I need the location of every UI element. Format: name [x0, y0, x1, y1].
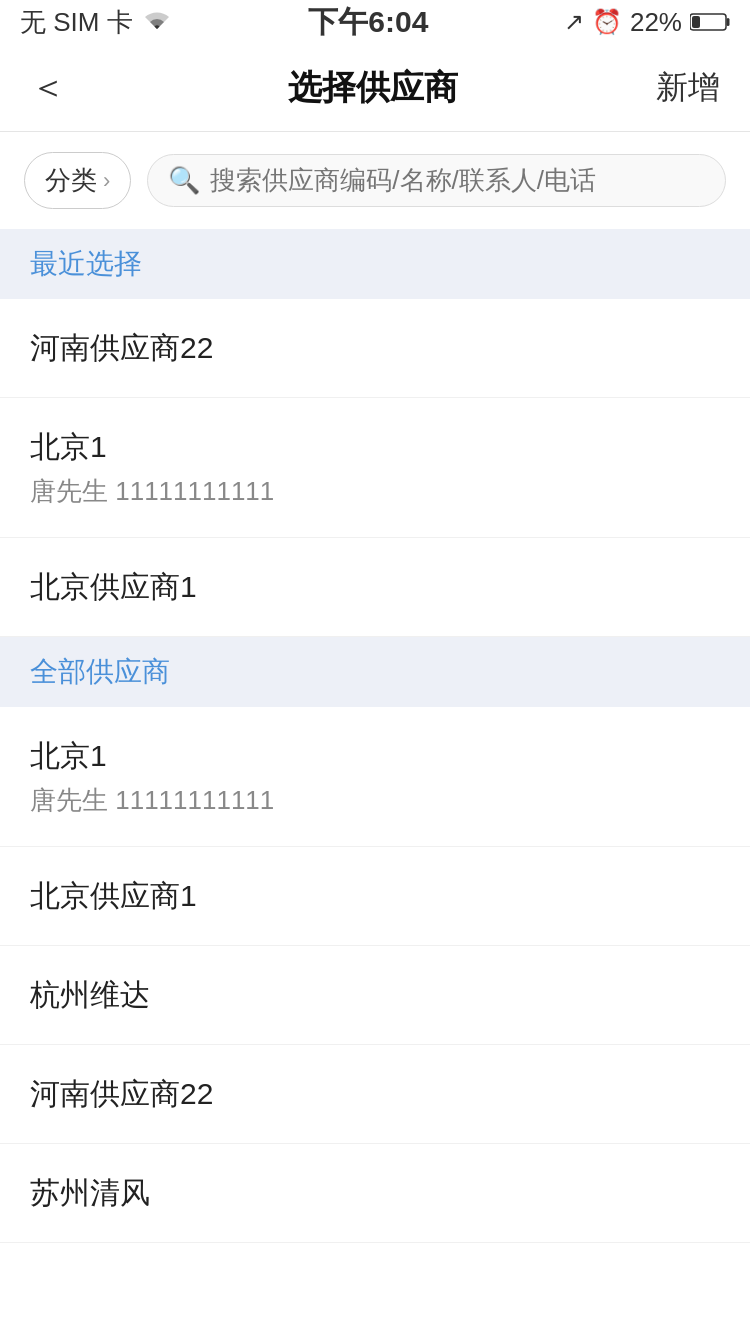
add-button[interactable]: 新增: [656, 66, 720, 110]
list-item-name: 杭州维达: [30, 974, 720, 1016]
list-item-name: 北京1: [30, 426, 720, 468]
list-item-name: 北京供应商1: [30, 875, 720, 917]
status-time: 下午6:04: [308, 2, 428, 43]
category-filter[interactable]: 分类 ›: [24, 152, 131, 209]
battery-icon: [690, 12, 730, 32]
category-label: 分类: [45, 163, 97, 198]
all-list-item[interactable]: 苏州清风: [0, 1144, 750, 1243]
search-icon: 🔍: [168, 165, 200, 196]
all-list-item[interactable]: 河南供应商22: [0, 1045, 750, 1144]
chevron-right-icon: ›: [103, 168, 110, 194]
recent-items-list: 河南供应商22 北京1 唐先生 11111111111 北京供应商1: [0, 299, 750, 637]
list-item-name: 北京供应商1: [30, 566, 720, 608]
back-button[interactable]: ＜: [30, 63, 90, 112]
page-title: 选择供应商: [288, 65, 458, 111]
recent-section-header: 最近选择: [0, 229, 750, 299]
all-section-label: 全部供应商: [30, 656, 170, 687]
all-list-item[interactable]: 北京1 唐先生 11111111111: [0, 707, 750, 847]
list-item-sub: 唐先生 11111111111: [30, 783, 720, 818]
wifi-icon: [141, 11, 173, 33]
list-item-name: 河南供应商22: [30, 1073, 720, 1115]
list-item-name: 北京1: [30, 735, 720, 777]
all-list-item[interactable]: 杭州维达: [0, 946, 750, 1045]
nav-bar: ＜ 选择供应商 新增: [0, 44, 750, 132]
filter-row: 分类 › 🔍: [0, 132, 750, 229]
recent-list-item[interactable]: 北京供应商1: [0, 538, 750, 637]
alarm-icon: ⏰: [592, 8, 622, 36]
search-input[interactable]: [210, 165, 705, 196]
svg-rect-1: [726, 18, 729, 26]
no-sim-text: 无 SIM 卡: [20, 5, 133, 40]
list-item-name: 河南供应商22: [30, 327, 720, 369]
location-icon: ↗: [564, 8, 584, 36]
recent-list-item[interactable]: 河南供应商22: [0, 299, 750, 398]
search-box[interactable]: 🔍: [147, 154, 726, 207]
status-bar: 无 SIM 卡 下午6:04 ↗ ⏰ 22%: [0, 0, 750, 44]
recent-list-item[interactable]: 北京1 唐先生 11111111111: [0, 398, 750, 538]
list-item-sub: 唐先生 11111111111: [30, 474, 720, 509]
battery-text: 22%: [630, 7, 682, 38]
recent-section-label: 最近选择: [30, 248, 142, 279]
all-items-list: 北京1 唐先生 11111111111 北京供应商1 杭州维达河南供应商22 苏州清风: [0, 707, 750, 1243]
status-left: 无 SIM 卡: [20, 5, 173, 40]
svg-rect-2: [692, 16, 700, 28]
list-item-name: 苏州清风: [30, 1172, 720, 1214]
all-list-item[interactable]: 北京供应商1: [0, 847, 750, 946]
all-section-header: 全部供应商: [0, 637, 750, 707]
status-right: ↗ ⏰ 22%: [564, 7, 730, 38]
